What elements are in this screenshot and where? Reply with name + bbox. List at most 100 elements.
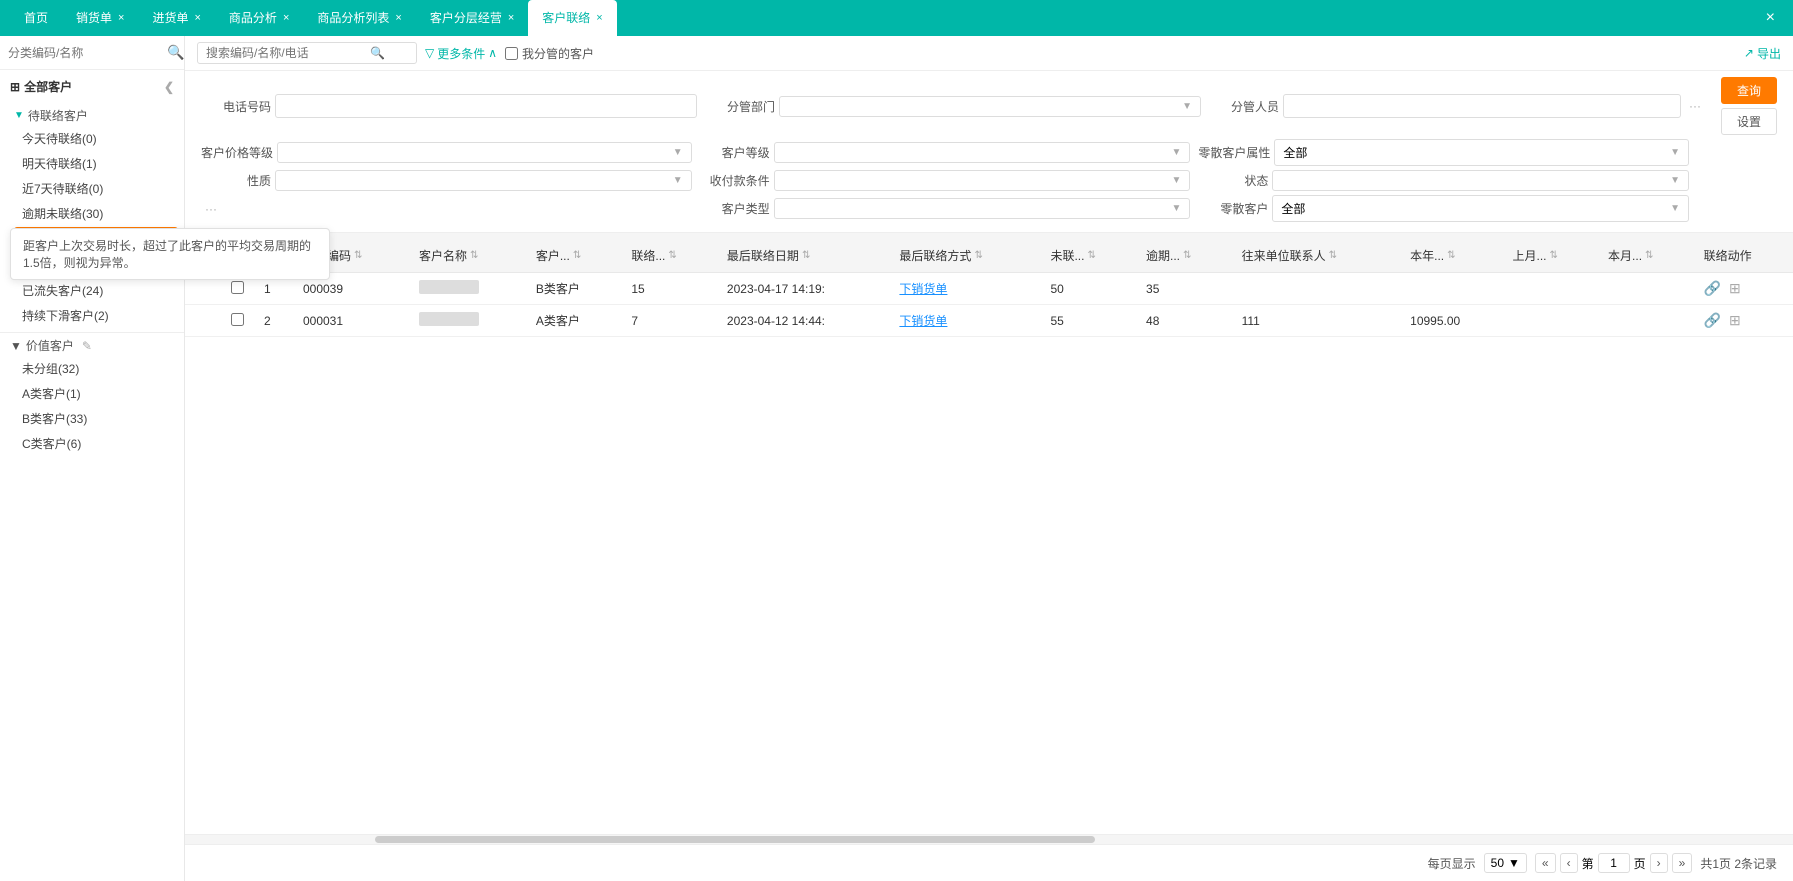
my-customers-checkbox[interactable] [505,47,518,60]
sidebar-item-b-class[interactable]: B类客户(33) [0,406,184,431]
customer-table: ⚙ 客户编码 ⇅ [185,239,1793,337]
row1-last-method[interactable]: 下销货单 [889,273,1040,305]
grid-icon: ⊞ [10,80,20,94]
scattered-select[interactable]: 全部 ▼ [1272,195,1689,222]
nature-select[interactable]: ▼ [275,170,692,191]
sidebar-search-input[interactable] [8,46,163,60]
first-page-btn[interactable]: « [1535,853,1556,873]
row2-link-icon[interactable]: 🔗 [1704,312,1721,329]
sidebar-item-a-class[interactable]: A类客户(1) [0,381,184,406]
scattered-attr-select[interactable]: 全部 ▼ [1274,139,1689,166]
filter-row-1: 电话号码 分管部门 ▼ 分管人员 ··· 查询 设置 [201,77,1777,135]
col-last-date[interactable]: 最后联络日期 ⇅ [717,239,890,273]
row2-last-method[interactable]: 下销货单 [889,305,1040,337]
col-this-year[interactable]: 本年... ⇅ [1400,239,1502,273]
sidebar-item-ungrouped[interactable]: 未分组(32) [0,356,184,381]
filter-row-4: ··· 客户类型 ▼ 零散客户 全部 ▼ [201,195,1777,222]
scrollbar-thumb[interactable] [375,836,1095,843]
sidebar-item-today[interactable]: 今天待联络(0) [0,126,184,151]
row2-code[interactable]: 000031 [293,305,409,337]
row2-action: 🔗 ⊞ [1694,305,1793,337]
sidebar-item-churned[interactable]: 已流失客户(24) [0,278,184,303]
col-name[interactable]: 客户名称 ⇅ [409,239,526,273]
nav-item-home[interactable]: 首页 [10,0,62,36]
sidebar-item-tomorrow[interactable]: 明天待联络(1) [0,151,184,176]
nav-close-analysis[interactable]: × [283,0,289,36]
sidebar-search-icon[interactable]: 🔍 [167,44,184,61]
next-page-btn[interactable]: › [1650,853,1668,873]
sidebar-item-c-class[interactable]: C类客户(6) [0,431,184,456]
value-triangle: ▼ [10,339,22,353]
last-page-btn[interactable]: » [1672,853,1693,873]
col-uncontacted[interactable]: 未联... ⇅ [1040,239,1136,273]
prev-page-btn[interactable]: ‹ [1560,853,1578,873]
customer-type-select[interactable]: ▼ [774,198,1191,219]
status-select[interactable]: ▼ [1272,170,1689,191]
per-page-select[interactable]: 50 ▼ [1484,853,1527,873]
col-last-month[interactable]: 上月... ⇅ [1502,239,1598,273]
row1-link-icon[interactable]: 🔗 [1704,280,1721,297]
row1-hist-contact [1232,273,1401,305]
sidebar-item-overdue[interactable]: 逾期未联络(30) [0,201,184,226]
row1-name [409,273,526,305]
query-btn[interactable]: 查询 [1721,77,1777,104]
row1-grid-icon[interactable]: ⊞ [1729,280,1741,297]
search-icon[interactable]: 🔍 [370,46,385,60]
nav-close-analysis-list[interactable]: × [395,0,401,36]
col-this-month[interactable]: 本月... ⇅ [1598,239,1694,273]
price-tier-select[interactable]: ▼ [277,142,692,163]
dept-select[interactable]: ▼ [779,96,1201,117]
nav-close-customer-tier[interactable]: × [508,0,514,36]
manager-dots-btn[interactable]: ··· [1685,99,1705,113]
customer-tier-select[interactable]: ▼ [774,142,1191,163]
sidebar-pending-group[interactable]: ▼ 待联络客户 [0,103,184,126]
col-overdue[interactable]: 逾期... ⇅ [1136,239,1232,273]
nav-close-sales[interactable]: × [118,0,124,36]
nav-close-purchase[interactable]: × [194,0,200,36]
nav-close-customer-contact[interactable]: × [596,0,602,36]
nav-item-analysis-list[interactable]: 商品分析列表 × [303,0,415,36]
collapse-icon[interactable]: ❮ [164,80,174,94]
data-table-area: ⚙ 客户编码 ⇅ [185,239,1793,834]
col-type[interactable]: 客户... ⇅ [526,239,622,273]
sidebar-value-group[interactable]: ▼ 价值客户 ✎ [0,332,184,356]
col-contact[interactable]: 联络... ⇅ [621,239,717,273]
col-last-method[interactable]: 最后联络方式 ⇅ [889,239,1040,273]
window-close-btn[interactable]: × [1758,9,1783,27]
row2-method-link[interactable]: 下销货单 [899,314,947,328]
row2-select[interactable] [231,313,244,326]
col-hist-contact[interactable]: 往来单位联系人 ⇅ [1232,239,1401,273]
scattered-label: 零散客户 [1198,200,1268,217]
advanced-filters: 电话号码 分管部门 ▼ 分管人员 ··· 查询 设置 [185,71,1793,233]
export-btn[interactable]: ↗ 导出 [1744,45,1781,62]
search-input[interactable] [206,46,366,60]
pagination-bar: 每页显示 50 ▼ « ‹ 第 页 › » 共1页 2条记录 [185,844,1793,881]
page-input[interactable] [1598,853,1630,873]
nav-item-purchase[interactable]: 进货单 × [138,0,214,36]
nav-item-customer-contact[interactable]: 客户联络 × [528,0,616,36]
sidebar-item-7days[interactable]: 近7天待联络(0) [0,176,184,201]
settings-btn[interactable]: 设置 [1721,108,1777,135]
nav-item-customer-tier[interactable]: 客户分层经营 × [416,0,528,36]
horizontal-scrollbar[interactable] [185,834,1793,844]
value-edit-icon[interactable]: ✎ [82,339,92,353]
top-nav: 首页 销货单 × 进货单 × 商品分析 × 商品分析列表 × 客户分层经营 × … [0,0,1793,36]
col-contact-sort: ⇅ [668,250,676,261]
sidebar-all-customers[interactable]: ⊞ 全部客户 ❮ [0,70,184,103]
col-last-date-sort: ⇅ [802,250,810,261]
filter-icon: ▽ [425,46,434,60]
phone-input[interactable] [275,94,697,118]
sidebar-item-declining[interactable]: 持续下滑客户(2) [0,303,184,328]
nav-item-sales[interactable]: 销货单 × [62,0,138,36]
row2-last-date: 2023-04-12 14:44: [717,305,890,337]
row4-dots[interactable]: ··· [201,202,221,216]
payment-select[interactable]: ▼ [774,170,1191,191]
row1-method-link[interactable]: 下销货单 [899,282,947,296]
nav-item-analysis[interactable]: 商品分析 × [215,0,303,36]
row2-grid-icon[interactable]: ⊞ [1729,312,1741,329]
table-row: 2 000031 A类客户 7 2023-04-12 14:44: 下销货单 5… [185,305,1793,337]
filter-cell-customer-type: 客户类型 ▼ [700,198,1191,219]
more-conditions-btn[interactable]: ▽ 更多条件 ∧ [425,45,497,62]
manager-input[interactable] [1283,94,1681,118]
row1-select[interactable] [231,281,244,294]
